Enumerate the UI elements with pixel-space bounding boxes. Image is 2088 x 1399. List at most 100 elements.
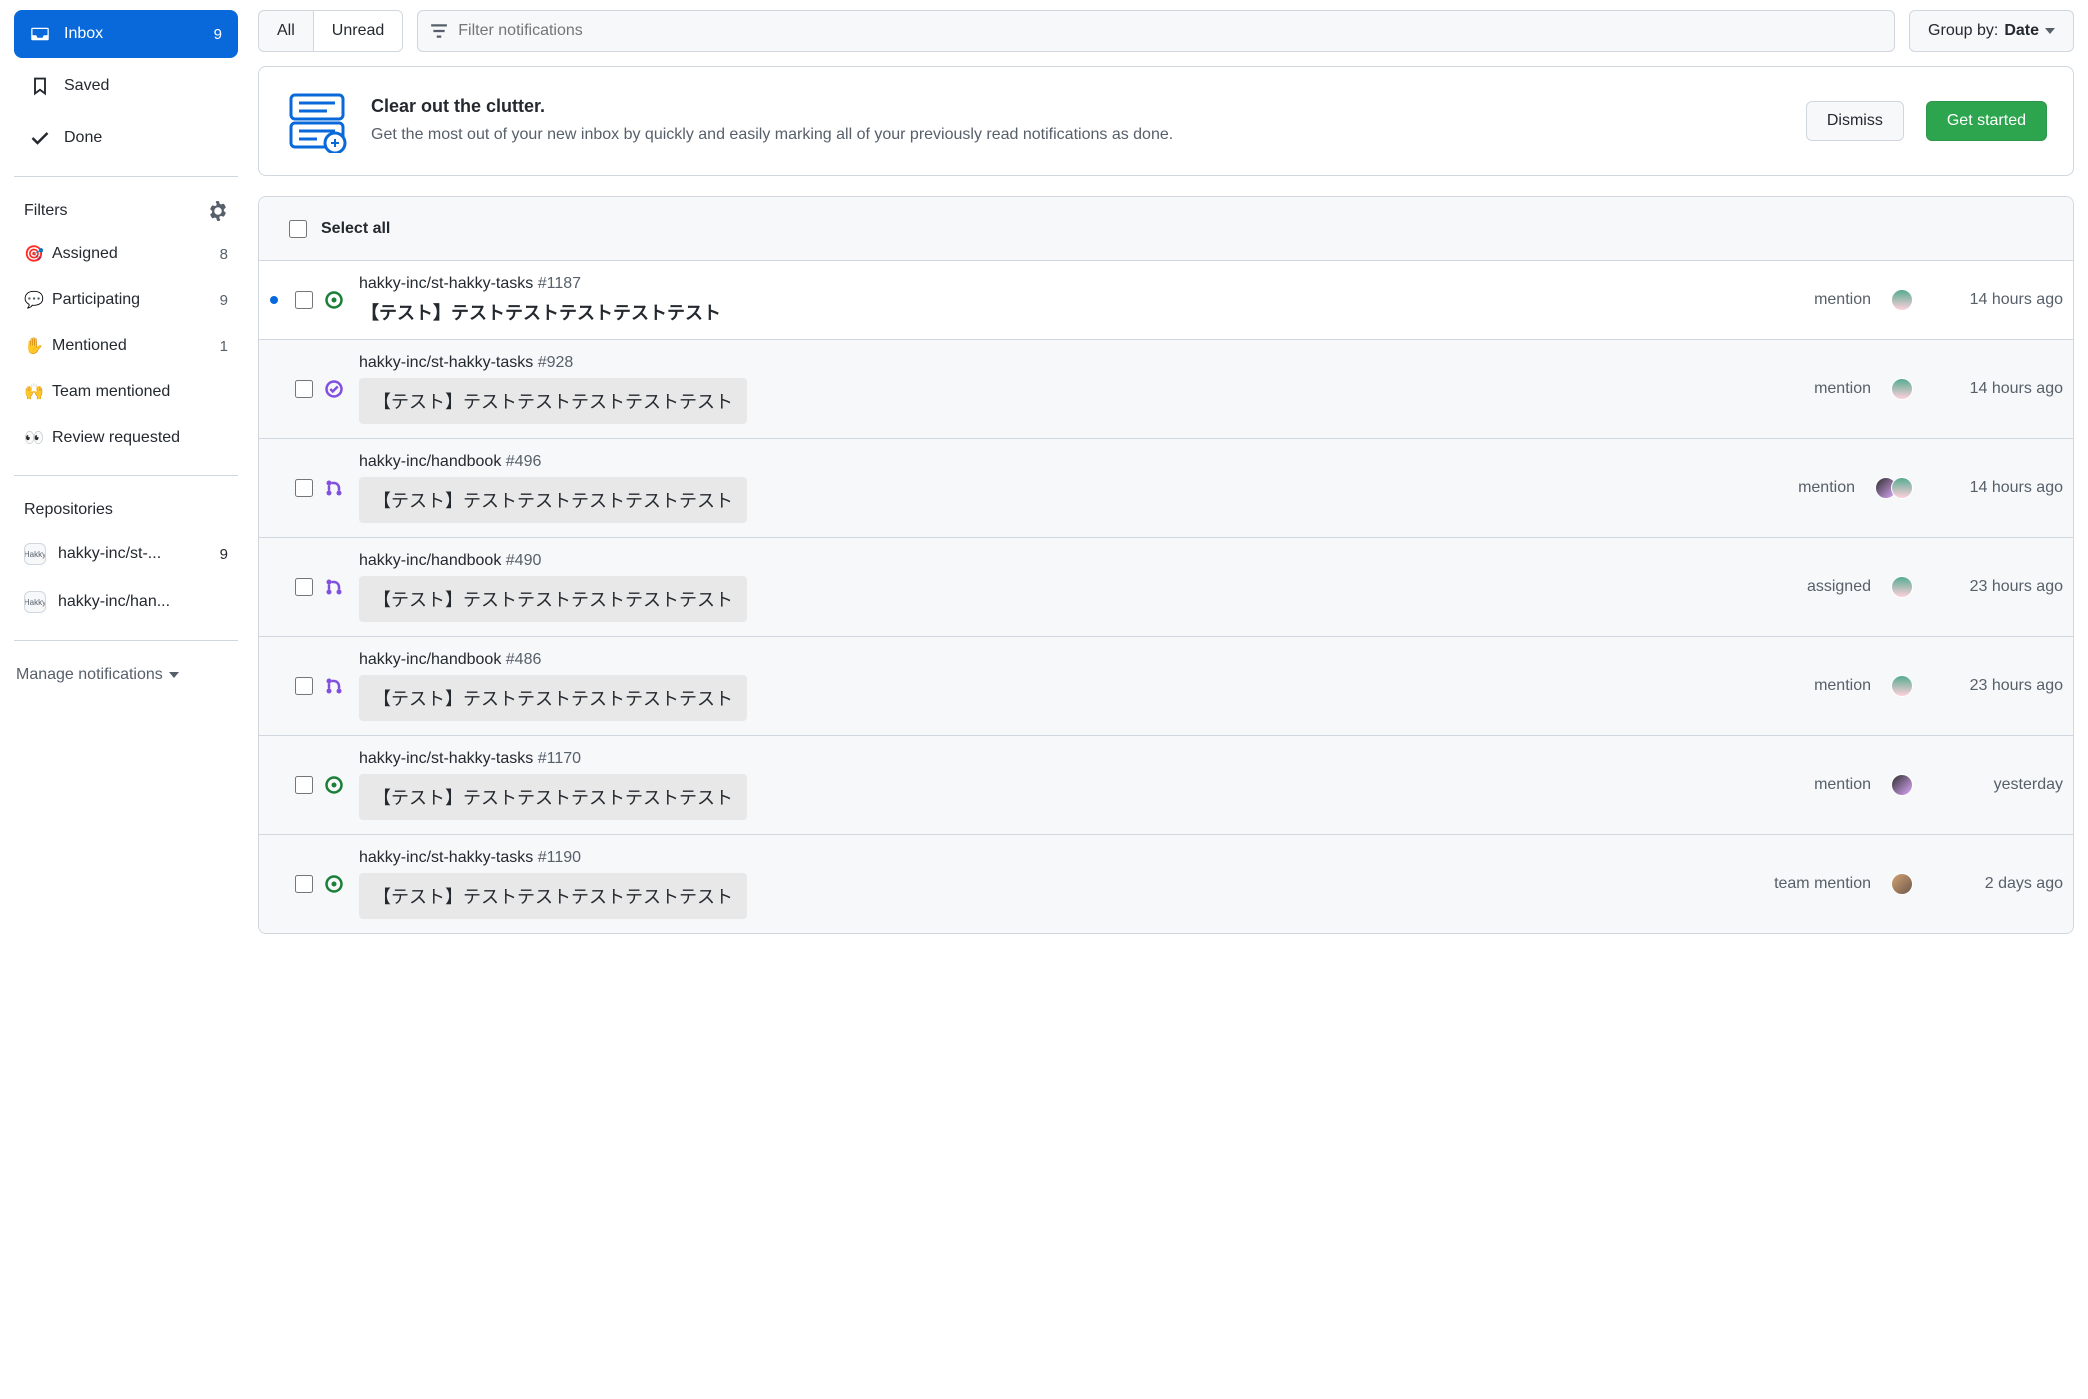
row-checkbox[interactable] — [295, 380, 313, 398]
row-reason: mention — [1735, 479, 1855, 497]
repositories-header: Repositories — [14, 490, 238, 530]
banner-body: Get the most out of your new inbox by qu… — [371, 123, 1784, 147]
divider — [14, 176, 238, 177]
row-title: 【テスト】テストテストテストテストテスト — [359, 576, 747, 622]
filter-emoji-icon: 🎯 — [24, 244, 46, 264]
row-checkbox[interactable] — [295, 291, 313, 309]
filter-count: 9 — [220, 292, 228, 309]
notification-row[interactable]: hakky-inc/st-hakky-tasks #928【テスト】テストテスト… — [259, 340, 2073, 439]
filter-item[interactable]: 🙌 Team mentioned — [14, 369, 238, 415]
filter-input[interactable] — [458, 22, 1882, 40]
notification-row[interactable]: hakky-inc/handbook #490 【テスト】テストテストテストテスト… — [259, 538, 2073, 637]
row-avatars — [1881, 873, 1923, 895]
avatar — [1891, 477, 1913, 499]
row-checkbox[interactable] — [295, 875, 313, 893]
row-title: 【テスト】テストテストテストテストテスト — [359, 477, 747, 523]
notification-row[interactable]: hakky-inc/st-hakky-tasks #1187【テスト】テストテス… — [259, 261, 2073, 340]
group-by-button[interactable]: Group by: Date — [1909, 10, 2074, 52]
filter-item[interactable]: 💬Participating9 — [14, 277, 238, 323]
notification-row[interactable]: hakky-inc/handbook #496【テスト】テストテストテストテスト… — [259, 439, 2073, 538]
row-content: hakky-inc/handbook #490 【テスト】テストテストテストテスト… — [355, 552, 1741, 622]
row-title: 【テスト】テストテストテストテストテスト — [359, 873, 747, 919]
filter-label: Mentioned — [52, 337, 220, 355]
avatar — [1891, 675, 1913, 697]
filter-input-wrap[interactable] — [417, 10, 1895, 52]
notification-row[interactable]: hakky-inc/st-hakky-tasks #1190【テスト】テストテス… — [259, 835, 2073, 933]
select-all-label: Select all — [321, 220, 390, 238]
row-content: hakky-inc/st-hakky-tasks #928【テスト】テストテスト… — [355, 354, 1741, 424]
row-avatars — [1865, 477, 1923, 499]
select-all-checkbox[interactable] — [289, 220, 307, 238]
repo-item[interactable]: Hakkyhakky-inc/st-...9 — [14, 530, 238, 578]
repo-item[interactable]: Hakkyhakky-inc/han... — [14, 578, 238, 626]
row-reason: mention — [1751, 291, 1871, 309]
filter-item[interactable]: 👀Review requested — [14, 415, 238, 461]
row-time: 23 hours ago — [1933, 677, 2063, 695]
filter-emoji-icon: 🙌 — [24, 382, 46, 402]
select-all-row: Select all — [259, 197, 2073, 261]
gear-icon[interactable] — [208, 201, 228, 221]
tab-unread[interactable]: Unread — [314, 11, 402, 51]
row-time: 2 days ago — [1933, 875, 2063, 893]
issue-open-icon — [323, 774, 345, 796]
sidebar-item-inbox[interactable]: Inbox9 — [14, 10, 238, 58]
row-time: 23 hours ago — [1933, 578, 2063, 596]
repo-avatar-icon: Hakky — [24, 543, 46, 565]
banner-title: Clear out the clutter. — [371, 96, 1784, 117]
divider — [14, 640, 238, 641]
row-checkbox[interactable] — [295, 776, 313, 794]
row-number: #1187 — [538, 275, 581, 292]
dismiss-button[interactable]: Dismiss — [1806, 101, 1904, 141]
unread-dot — [263, 296, 285, 304]
repo-avatar-icon: Hakky — [24, 591, 46, 613]
sidebar: Inbox9SavedDone Filters 🎯Assigned8💬Parti… — [14, 10, 258, 934]
filter-count: 1 — [220, 338, 228, 355]
row-avatars — [1881, 289, 1923, 311]
row-reason: mention — [1751, 380, 1871, 398]
sidebar-item-saved[interactable]: Saved — [14, 62, 238, 110]
avatar — [1891, 774, 1913, 796]
row-checkbox[interactable] — [295, 479, 313, 497]
repositories-title: Repositories — [24, 501, 228, 519]
row-content: hakky-inc/st-hakky-tasks #1187【テスト】テストテス… — [355, 275, 1741, 325]
avatar — [1891, 378, 1913, 400]
repo-count: 9 — [220, 546, 228, 563]
group-by-value: Date — [2004, 22, 2039, 40]
row-checkbox[interactable] — [295, 677, 313, 695]
row-title: 【テスト】テストテストテストテストテスト — [359, 378, 747, 424]
row-avatars — [1881, 675, 1923, 697]
row-time: yesterday — [1933, 776, 2063, 794]
manage-notifications-button[interactable]: Manage notifications — [14, 655, 238, 695]
filter-label: Participating — [52, 291, 220, 309]
filter-item[interactable]: ✋Mentioned1 — [14, 323, 238, 369]
notification-row[interactable]: hakky-inc/st-hakky-tasks #1170【テスト】テストテス… — [259, 736, 2073, 835]
filter-label: Team mentioned — [52, 383, 228, 401]
filter-emoji-icon: 👀 — [24, 428, 46, 448]
row-checkbox[interactable] — [295, 578, 313, 596]
row-content: hakky-inc/handbook #496【テスト】テストテストテストテスト… — [355, 453, 1725, 523]
tab-all[interactable]: All — [259, 11, 314, 51]
divider — [14, 475, 238, 476]
notification-list: Select all hakky-inc/st-hakky-tasks #118… — [258, 196, 2074, 934]
get-started-button[interactable]: Get started — [1926, 101, 2047, 141]
row-number: #1190 — [538, 849, 581, 866]
row-repo: hakky-inc/handbook #490 — [359, 552, 1741, 570]
row-avatars — [1881, 774, 1923, 796]
row-number: #490 — [506, 552, 542, 569]
filter-label: Assigned — [52, 245, 220, 263]
caret-down-icon — [169, 672, 179, 678]
row-time: 14 hours ago — [1933, 479, 2063, 497]
filter-icon — [430, 22, 448, 40]
notification-row[interactable]: hakky-inc/handbook #486【テスト】テストテストテストテスト… — [259, 637, 2073, 736]
issue-closed-icon — [323, 378, 345, 400]
row-reason: team mention — [1751, 875, 1871, 893]
row-reason: assigned — [1751, 578, 1871, 596]
row-content: hakky-inc/handbook #486【テスト】テストテストテストテスト… — [355, 651, 1741, 721]
row-content: hakky-inc/st-hakky-tasks #1190【テスト】テストテス… — [355, 849, 1741, 919]
sidebar-item-label: Inbox — [64, 25, 214, 43]
pr-merged-icon — [323, 675, 345, 697]
onboarding-banner: Clear out the clutter. Get the most out … — [258, 66, 2074, 176]
filter-item[interactable]: 🎯Assigned8 — [14, 231, 238, 277]
row-number: #496 — [506, 453, 542, 470]
sidebar-item-done[interactable]: Done — [14, 114, 238, 162]
